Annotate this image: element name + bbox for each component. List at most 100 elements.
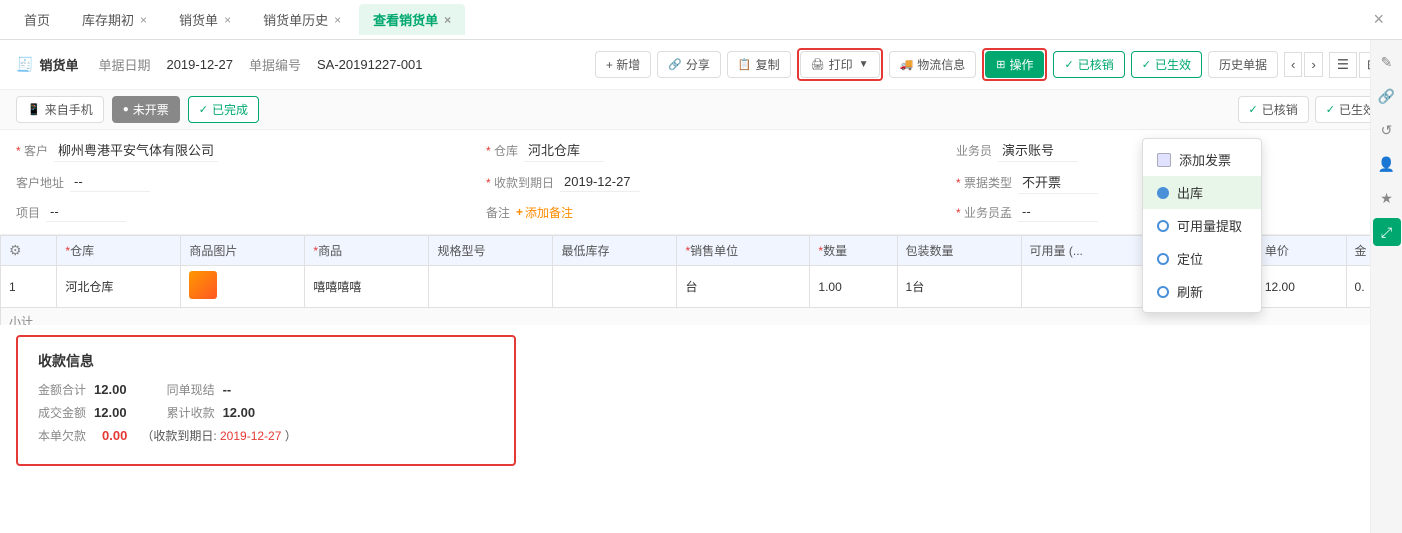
settlement-item: 同单现结 -- [167,381,232,398]
col-warehouse: *仓库 [57,236,181,266]
sidebar-edit-button[interactable]: ✎ [1373,48,1401,76]
doc-title: 销货单 [39,55,78,74]
add-memo-label: 添加备注 [525,204,573,221]
cumulative-item: 累计收款 12.00 [167,404,256,421]
row-sales-unit: 台 [677,266,810,308]
sidebar-user-button[interactable]: 👤 [1373,150,1401,178]
col-min-stock: 最低库存 [553,236,677,266]
history-button[interactable]: 历史单据 [1208,51,1278,78]
row-pack-qty: 1台 [897,266,1021,308]
quantity-pick-menu-item[interactable]: 可用量提取 [1143,209,1261,242]
tab-sales-order-label: 销货单 [179,10,218,29]
col-spec: 规格型号 [429,236,553,266]
tab-sales-history-close[interactable]: × [334,13,341,27]
operation-button-wrap: ⊞ 操作 [982,48,1047,81]
memo-group: 备注 + 添加备注 [486,204,916,221]
print-button-wrap: 🖨 打印 ▼ [797,48,883,81]
customer-group: 客户 柳州粤港平安气体有限公司 [16,138,446,162]
tab-view-sales-close[interactable]: × [444,13,451,27]
tab-home-label: 首页 [24,10,50,29]
next-doc-button[interactable]: › [1304,52,1322,77]
logistics-button[interactable]: 🚚 物流信息 [889,51,977,78]
add-button[interactable]: + 新增 [595,51,651,78]
sidebar-refresh-button[interactable]: ↺ [1373,116,1401,144]
gear-icon[interactable]: ⚙ [9,242,22,258]
tab-inventory-init-close[interactable]: × [140,13,147,27]
check-button[interactable]: ✓ 已完成 [188,96,259,123]
mobile-button[interactable]: 📱 来自手机 [16,96,104,123]
payment-title: 收款信息 [38,351,494,371]
doc-meta: 单据日期 2019-12-27 单据编号 SA-20191227-001 [98,55,594,74]
window-close-button[interactable]: × [1365,5,1392,34]
operation-button[interactable]: ⊞ 操作 [985,51,1044,78]
number-value: SA-20191227-001 [317,57,423,72]
right-sec-buttons: ✓ 已核销 ✓ 已生效 [1238,96,1386,123]
tab-home[interactable]: 首页 [10,4,64,35]
row-warehouse: 河北仓库 [57,266,181,308]
warehouse-group: 仓库 河北仓库 [486,138,916,162]
quantity-pick-label: 可用量提取 [1177,216,1242,235]
col-available: 可用量 (... [1021,236,1155,266]
sold-status-button[interactable]: ✓ 已核销 [1238,96,1309,123]
unopened-button[interactable]: ● 未开票 [112,96,180,123]
secondary-toolbar: 📱 来自手机 ● 未开票 ✓ 已完成 ✓ 已核销 ✓ 已生效 [0,90,1402,130]
sold-button[interactable]: ✓ 已核销 [1053,51,1124,78]
settlement-label: 同单现结 [167,381,215,398]
due-date: 2019-12-27 [220,429,281,443]
settlement-value: -- [223,382,232,397]
col-pack-qty: 包装数量 [897,236,1021,266]
sidebar-expand-button[interactable]: ⤢ [1373,218,1401,246]
effect-button[interactable]: ✓ 已生效 [1131,51,1202,78]
warehouse-label: 仓库 [486,142,518,159]
payment-row-3: 本单欠款 0.00 （收款到期日: 2019-12-27 ） [38,427,494,444]
add-memo-button[interactable]: + 添加备注 [516,204,573,221]
add-invoice-menu-item[interactable]: 添加发票 [1143,143,1261,176]
prev-doc-button[interactable]: ‹ [1284,52,1302,77]
unopened-label: 未开票 [133,101,169,118]
address-label: 客户地址 [16,174,64,191]
row-available [1021,266,1155,308]
add-invoice-icon [1157,153,1171,167]
sidebar-link-button[interactable]: 🔗 [1373,82,1401,110]
sidebar-star-button[interactable]: ★ [1373,184,1401,212]
row-spec [429,266,553,308]
tab-sales-history[interactable]: 销货单历史 × [249,4,355,35]
total-amount-item: 金额合计 12.00 [38,381,127,398]
address-group: 客户地址 -- [16,172,446,192]
due-date-label: 收款到期日 [486,174,554,191]
print-button[interactable]: 🖨 打印 ▼ [800,51,880,78]
doc-navigation: ‹ › [1284,52,1323,77]
list-view-button[interactable]: ☰ [1329,52,1357,78]
tab-sales-order-close[interactable]: × [224,13,231,27]
customer-value: 柳州粤港平安气体有限公司 [54,138,218,162]
tab-inventory-init-label: 库存期初 [82,10,134,29]
ticket-label: 票据类型 [956,174,1012,191]
tab-inventory-init[interactable]: 库存期初 × [68,4,161,35]
payment-row-2: 成交金额 12.00 累计收款 12.00 [38,404,494,421]
doc-header: 🧾 销货单 单据日期 2019-12-27 单据编号 SA-20191227-0… [0,40,1402,90]
due-date-group: 收款到期日 2019-12-27 [486,172,916,192]
share-button[interactable]: 🔗 分享 [657,51,721,78]
refresh-menu-item[interactable]: 刷新 [1143,275,1261,308]
tab-sales-order[interactable]: 销货单 × [165,4,245,35]
due-label: 本单欠款 [38,427,86,444]
ticket-value: 不开票 [1018,170,1098,194]
tab-view-sales[interactable]: 查看销货单 × [359,4,465,35]
operation-dropdown: 添加发票 出库 可用量提取 定位 刷新 [1142,138,1262,313]
date-label: 单据日期 [98,55,150,74]
row-product: 嘻嘻嘻嘻 [305,266,429,308]
toolbar: + 新增 🔗 分享 📋 复制 🖨 打印 ▼ [595,48,1386,81]
salesperson-value: -- [1018,202,1098,222]
col-product-img: 商品图片 [181,236,305,266]
cumulative-label: 累计收款 [167,404,215,421]
customer-label: 客户 [16,142,48,159]
col-quantity: *数量 [810,236,897,266]
due-date-value: 2019-12-27 [560,172,640,192]
copy-button[interactable]: 📋 复制 [727,51,791,78]
row-min-stock [553,266,677,308]
outbound-menu-item[interactable]: 出库 [1143,176,1261,209]
locate-menu-item[interactable]: 定位 [1143,242,1261,275]
payment-box: 收款信息 金额合计 12.00 同单现结 -- 成交金额 12.00 累计收款 [16,335,516,466]
tab-sales-history-label: 销货单历史 [263,10,328,29]
cumulative-value: 12.00 [223,405,256,420]
